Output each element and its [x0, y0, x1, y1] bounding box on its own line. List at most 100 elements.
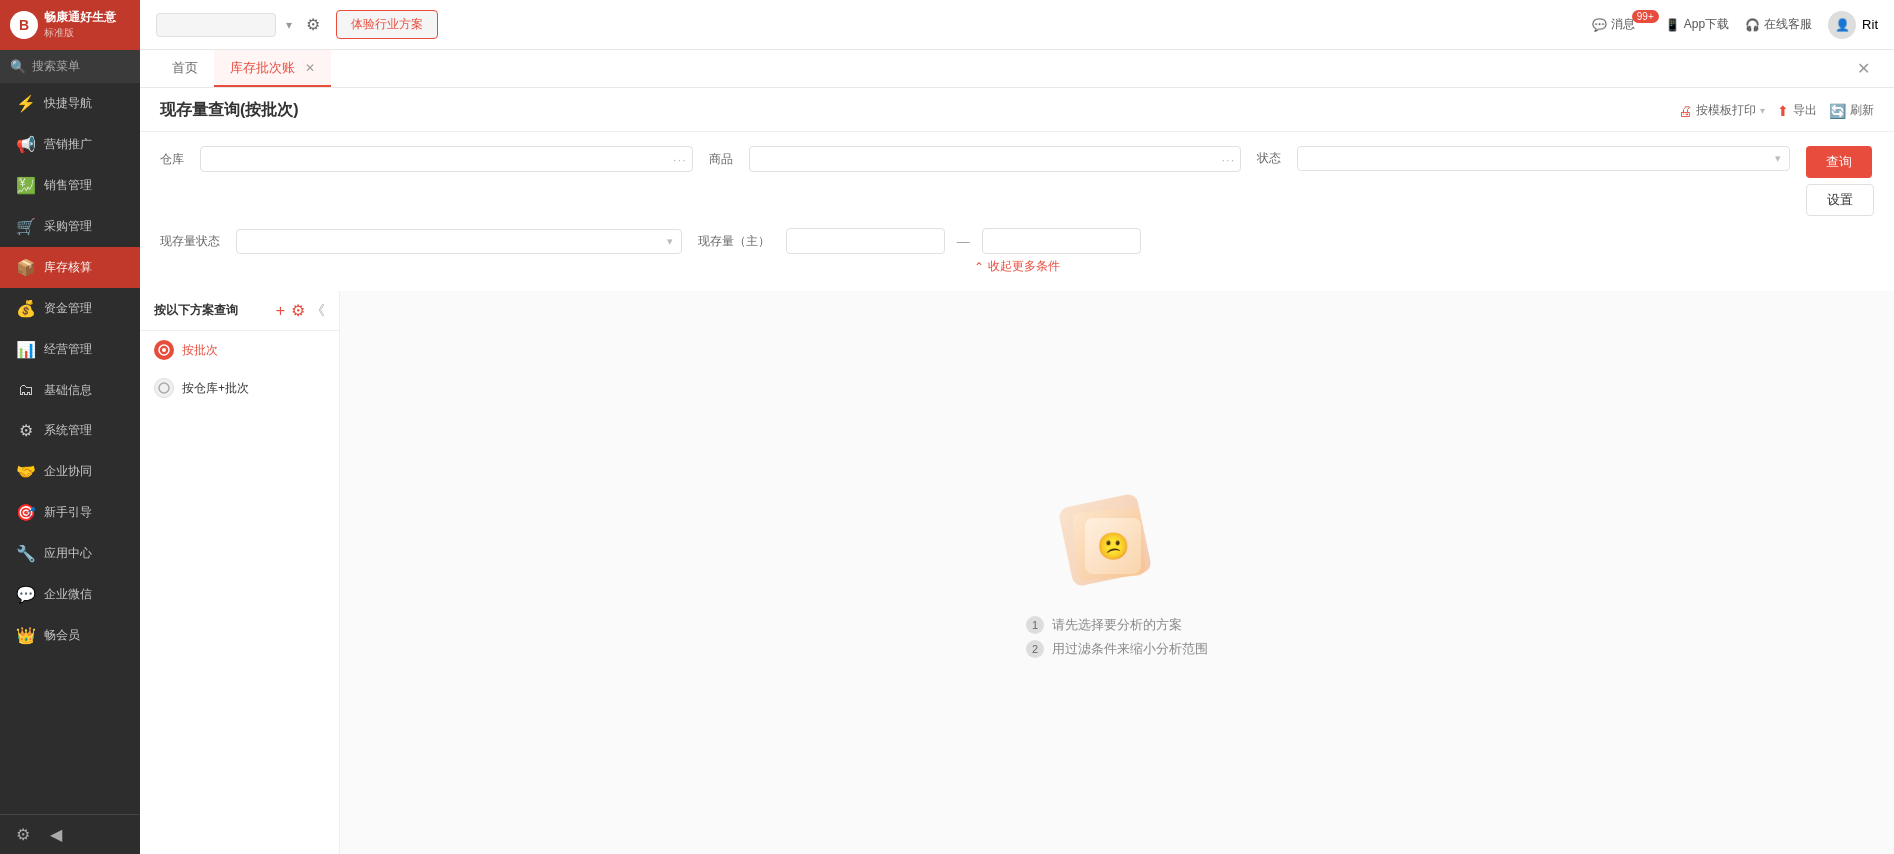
tab-batch-account-label: 库存批次账	[230, 59, 295, 77]
refresh-label: 刷新	[1850, 102, 1874, 119]
svg-point-2	[159, 383, 169, 393]
quick-nav-label: 快捷导航	[44, 95, 92, 112]
sidebar-item-operation[interactable]: 📊 经营管理	[0, 329, 140, 370]
tip1-number: 1	[1026, 616, 1044, 634]
headset-icon: 🎧	[1745, 18, 1760, 32]
avatar: 👤	[1828, 11, 1856, 39]
sidebar-item-basic[interactable]: 🗂 基础信息	[0, 370, 140, 410]
sidebar-item-inventory[interactable]: 📦 库存核算	[0, 247, 140, 288]
collapse-sidebar-icon[interactable]: ◀	[50, 825, 62, 844]
scheme-batch-icon	[154, 340, 174, 360]
stock-qty-to-input[interactable]	[982, 228, 1141, 254]
inventory-icon: 📦	[16, 258, 36, 277]
product-input[interactable]	[749, 146, 1242, 172]
collapse-btn[interactable]: ⌃ 收起更多条件	[974, 258, 1060, 275]
app-download-btn[interactable]: 📱 App下载	[1665, 16, 1729, 33]
user-name: Rit	[1862, 17, 1878, 32]
sidebar-item-guide[interactable]: 🎯 新手引导	[0, 492, 140, 533]
quick-nav-icon: ⚡	[16, 94, 36, 113]
scheme-settings-icon[interactable]: ⚙	[291, 301, 305, 320]
scheme-collapse-icon[interactable]: 《	[311, 302, 325, 320]
basic-label: 基础信息	[44, 382, 92, 399]
warehouse-dots-icon[interactable]: ···	[673, 152, 687, 167]
status-select[interactable]: ▾	[1297, 146, 1790, 171]
sidebar-item-system[interactable]: ⚙ 系统管理	[0, 410, 140, 451]
scheme-add-icon[interactable]: +	[276, 302, 285, 320]
product-label: 商品	[709, 151, 733, 168]
warehouse-input[interactable]	[200, 146, 693, 172]
wechat-icon: 💬	[16, 585, 36, 604]
scheme-warehouse-batch-icon	[154, 378, 174, 398]
product-dots-icon[interactable]: ···	[1222, 152, 1236, 167]
scheme-item-batch[interactable]: 按批次	[140, 331, 339, 369]
member-icon: 👑	[16, 626, 36, 645]
sidebar-item-sales[interactable]: 💹 销售管理	[0, 165, 140, 206]
close-all-tabs-btn[interactable]: ✕	[1849, 50, 1878, 87]
print-chevron-icon: ▾	[1760, 105, 1765, 116]
breadcrumb-input[interactable]	[156, 13, 276, 37]
stock-qty-from-input[interactable]	[786, 228, 945, 254]
sidebar-item-member[interactable]: 👑 畅会员	[0, 615, 140, 656]
close-all-icon: ✕	[1857, 59, 1870, 78]
user-area[interactable]: 👤 Rit	[1828, 11, 1878, 39]
sidebar-item-purchase[interactable]: 🛒 采购管理	[0, 206, 140, 247]
online-service-btn[interactable]: 🎧 在线客服	[1745, 16, 1812, 33]
sidebar-item-wechat[interactable]: 💬 企业微信	[0, 574, 140, 615]
status-dropdown-icon: ▾	[1775, 152, 1781, 165]
empty-tip-2: 2 用过滤条件来缩小分析范围	[1026, 640, 1208, 658]
app-center-label: 应用中心	[44, 545, 92, 562]
tab-batch-account[interactable]: 库存批次账 ✕	[214, 50, 331, 87]
message-label: 消息	[1611, 16, 1635, 33]
export-btn[interactable]: ⬆ 导出	[1777, 102, 1817, 119]
app-download-icon: 📱	[1665, 18, 1680, 32]
stock-status-label: 现存量状态	[160, 233, 220, 250]
member-label: 畅会员	[44, 627, 80, 644]
scheme-panel-header: 按以下方案查询 + ⚙ 《	[140, 291, 339, 331]
message-icon: 💬	[1592, 18, 1607, 32]
settings-button[interactable]: 设置	[1806, 184, 1874, 216]
sidebar-item-app-center[interactable]: 🔧 应用中心	[0, 533, 140, 574]
page-title: 现存量查询(按批次)	[160, 100, 299, 121]
topbar: ▾ ⚙ 体验行业方案 💬 消息 99+ 📱 App下载 🎧 在线客服 👤	[140, 0, 1894, 50]
tab-home[interactable]: 首页	[156, 50, 214, 87]
sidebar-item-marketing[interactable]: 📢 营销推广	[0, 124, 140, 165]
search-menu-btn[interactable]: 🔍 搜索菜单	[0, 50, 140, 83]
filter-top-row: 仓库 ··· 商品 ··· 状态	[160, 146, 1874, 216]
topbar-gear-icon[interactable]: ⚙	[306, 15, 320, 34]
breadcrumb-chevron-icon: ▾	[286, 18, 292, 32]
sidebar-item-enterprise[interactable]: 🤝 企业协同	[0, 451, 140, 492]
wechat-label: 企业微信	[44, 586, 92, 603]
sidebar-nav: ⚡ 快捷导航 📢 营销推广 💹 销售管理 🛒 采购管理 📦 库存核算 💰 资金管…	[0, 83, 140, 814]
scheme-item-warehouse-batch[interactable]: 按仓库+批次	[140, 369, 339, 407]
scheme-panel-title: 按以下方案查询	[154, 302, 238, 319]
stock-status-select[interactable]: ▾	[236, 229, 682, 254]
trial-btn[interactable]: 体验行业方案	[336, 10, 438, 39]
guide-label: 新手引导	[44, 504, 92, 521]
export-icon: ⬆	[1777, 103, 1789, 119]
enterprise-label: 企业协同	[44, 463, 92, 480]
page-header: 现存量查询(按批次) 🖨 按模板打印 ▾ ⬆ 导出 🔄 刷新	[140, 88, 1894, 132]
refresh-btn[interactable]: 🔄 刷新	[1829, 102, 1874, 119]
sales-icon: 💹	[16, 176, 36, 195]
message-btn[interactable]: 💬 消息 99+	[1592, 16, 1649, 33]
collapse-chevron-icon: ⌃	[974, 260, 984, 274]
tab-home-label: 首页	[172, 59, 198, 77]
tab-close-icon[interactable]: ✕	[305, 61, 315, 75]
operation-label: 经营管理	[44, 341, 92, 358]
sidebar-item-quick-nav[interactable]: ⚡ 快捷导航	[0, 83, 140, 124]
purchase-label: 采购管理	[44, 218, 92, 235]
sidebar-item-finance[interactable]: 💰 资金管理	[0, 288, 140, 329]
topbar-actions: 💬 消息 99+ 📱 App下载 🎧 在线客服 👤 Rit	[1592, 11, 1878, 39]
finance-icon: 💰	[16, 299, 36, 318]
avatar-placeholder-icon: 👤	[1835, 18, 1850, 32]
marketing-icon: 📢	[16, 135, 36, 154]
query-button[interactable]: 查询	[1806, 146, 1872, 178]
refresh-icon: 🔄	[1829, 103, 1846, 119]
stock-qty-dash: —	[953, 234, 974, 249]
print-btn[interactable]: 🖨 按模板打印 ▾	[1678, 102, 1765, 119]
app-version: 标准版	[44, 26, 116, 40]
status-label: 状态	[1257, 150, 1281, 167]
settings-footer-icon[interactable]: ⚙	[16, 825, 30, 844]
sidebar-title-block: 畅康通好生意 标准版	[44, 10, 116, 40]
collapse-label: 收起更多条件	[988, 258, 1060, 275]
